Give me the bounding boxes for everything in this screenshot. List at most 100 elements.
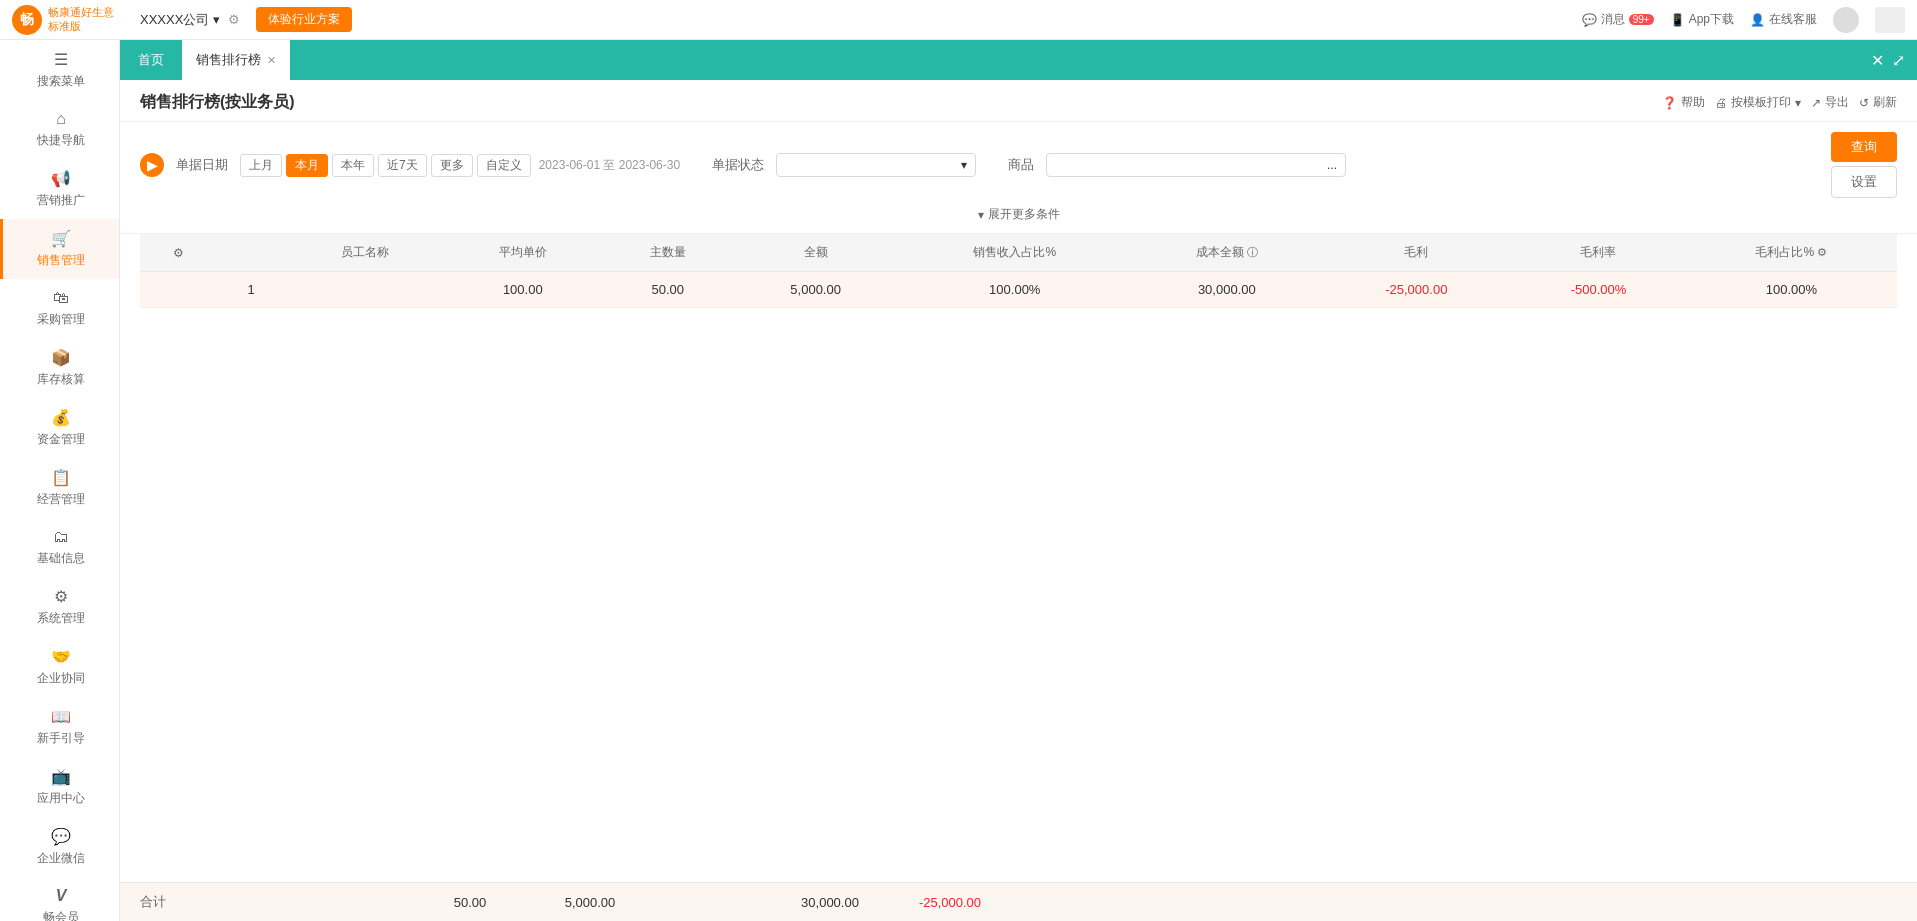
sidebar-item-inventory[interactable]: 📦 库存核算 [0,338,119,398]
sidebar-item-capital[interactable]: 💰 资金管理 [0,398,119,458]
sidebar-item-sales[interactable]: 🛒 销售管理 [0,219,119,279]
app-download-label: App下载 [1689,11,1734,28]
print-dropdown-icon: ▾ [1795,96,1801,110]
inventory-icon: 📦 [51,348,71,367]
refresh-icon: ↺ [1859,96,1869,110]
message-button[interactable]: 💬 消息 99+ [1582,11,1654,28]
footer-cost-value: 30,000.00 [801,895,859,910]
main-layout: ☰ 搜索菜单 ⌂ 快捷导航 📢 营销推广 🛒 销售管理 🛍 采购管理 📦 库存核… [0,40,1917,921]
message-icon: 💬 [1582,13,1597,27]
cell-rank-0: 1 [217,272,286,308]
export-icon: ↗ [1811,96,1821,110]
tab-window-close-icon[interactable]: ✕ [1871,51,1884,70]
user-name [1875,7,1905,33]
footer-qty-value: 50.00 [454,895,487,910]
sidebar-item-inventory-label: 库存核算 [37,371,85,388]
cell-cost-0: 30,000.00 [1132,272,1322,308]
filter-actions: 查询 设置 [1831,132,1897,198]
status-select[interactable]: ▾ [776,153,976,177]
col-gross-pct: 毛利占比% ⚙ [1686,234,1897,272]
date-btn-this-month[interactable]: 本月 [286,154,328,177]
help-button[interactable]: ❓ 帮助 [1662,94,1705,111]
date-btn-more[interactable]: 更多 [431,154,473,177]
filter-area: ▶ 单据日期 上月 本月 本年 近7天 更多 自定义 2023-06-01 至 … [120,122,1917,234]
wechat-icon: 💬 [51,827,71,846]
tab-close-icon[interactable]: ✕ [267,54,276,67]
goods-label: 商品 [1008,156,1034,174]
sidebar-item-system-label: 系统管理 [37,610,85,627]
settings-icon[interactable]: ⚙ [228,12,240,27]
col-employee: 员工名称 [286,234,444,272]
sidebar-item-wechat[interactable]: 💬 企业微信 [0,817,119,877]
company-dropdown-icon[interactable]: ▾ [213,12,220,27]
cost-info-icon[interactable]: ⓘ [1247,246,1258,258]
tab-sales-ranking[interactable]: 销售排行榜 ✕ [182,40,290,80]
footer-summary-row: 合计 50.00 5,000.00 30,000.00 -25,000.00 [140,893,1897,911]
tab-window-expand-icon[interactable]: ⤢ [1892,51,1905,70]
sidebar-item-member[interactable]: V 畅会员 [0,877,119,921]
cell-settings-0 [140,272,217,308]
trial-button[interactable]: 体验行业方案 [256,7,352,32]
footer-qty: 50.00 [420,895,520,910]
online-service-button[interactable]: 👤 在线客服 [1750,11,1817,28]
column-settings-icon[interactable]: ⚙ [173,246,184,260]
page-title: 销售排行榜(按业务员) [140,92,295,113]
sidebar-item-capital-label: 资金管理 [37,431,85,448]
avatar[interactable] [1833,7,1859,33]
sidebar-item-basicinfo[interactable]: 🗂 基础信息 [0,518,119,577]
logo-text: 畅康通好生意 标准版 [48,6,114,32]
online-service-label: 在线客服 [1769,11,1817,28]
date-btn-last-month[interactable]: 上月 [240,154,282,177]
sidebar-item-basicinfo-label: 基础信息 [37,550,85,567]
template-print-button[interactable]: 🖨 按模板打印 ▾ [1715,94,1801,111]
date-btn-7days[interactable]: 近7天 [378,154,427,177]
table-body: 1 100.00 50.00 5,000.00 100.00% 30,000.0… [140,272,1897,308]
app-download-icon: 📱 [1670,13,1685,27]
logo-icon: 畅 [12,5,42,35]
app-download-button[interactable]: 📱 App下载 [1670,11,1734,28]
trial-section: 体验行业方案 [256,7,352,32]
tab-home[interactable]: 首页 [120,40,182,80]
refresh-label: 刷新 [1873,94,1897,111]
filter-settings-button[interactable]: 设置 [1831,166,1897,198]
export-button[interactable]: ↗ 导出 [1811,94,1849,111]
table-row: 1 100.00 50.00 5,000.00 100.00% 30,000.0… [140,272,1897,308]
date-btn-custom[interactable]: 自定义 [477,154,531,177]
cell-gross-0: -25,000.00 [1322,272,1511,308]
sidebar-item-marketing-label: 营销推广 [37,192,85,209]
sidebar-item-sales-label: 销售管理 [37,252,85,269]
sidebar-item-system[interactable]: ⚙ 系统管理 [0,577,119,637]
content-area: 首页 销售排行榜 ✕ ✕ ⤢ 销售排行榜(按业务员) ❓ 帮助 [120,40,1917,921]
footer-cost: 30,000.00 [780,895,880,910]
sidebar-item-collab[interactable]: 🤝 企业协同 [0,637,119,697]
sidebar-item-guide[interactable]: 📖 新手引导 [0,697,119,757]
query-button[interactable]: 查询 [1831,132,1897,162]
company-selector[interactable]: XXXXX公司 ▾ ⚙ [140,11,240,29]
sidebar-item-quicknav[interactable]: ⌂ 快捷导航 [0,100,119,159]
grosspct-settings-icon[interactable]: ⚙ [1817,246,1827,258]
sidebar-item-appcenter[interactable]: 📺 应用中心 [0,757,119,817]
col-settings[interactable]: ⚙ [140,234,217,272]
sidebar-item-marketing[interactable]: 📢 营销推广 [0,159,119,219]
message-badge: 99+ [1629,14,1654,25]
sidebar-item-purchase[interactable]: 🛍 采购管理 [0,279,119,338]
refresh-button[interactable]: ↺ 刷新 [1859,94,1897,111]
page-actions: ❓ 帮助 🖨 按模板打印 ▾ ↗ 导出 ↺ 刷新 [1662,94,1897,111]
filter-toggle-arrow[interactable]: ▶ [140,153,164,177]
logo: 畅 畅康通好生意 标准版 [12,5,132,35]
sidebar: ☰ 搜索菜单 ⌂ 快捷导航 📢 营销推广 🛒 销售管理 🛍 采购管理 📦 库存核… [0,40,120,921]
sidebar-item-search[interactable]: ☰ 搜索菜单 [0,40,119,100]
status-label: 单据状态 [712,156,764,174]
status-dropdown-icon: ▾ [961,158,967,172]
col-amount: 全额 [734,234,898,272]
guide-icon: 📖 [51,707,71,726]
expand-more-conditions[interactable]: ▾ 展开更多条件 [140,206,1897,223]
cell-gross-pct-0: 100.00% [1686,272,1897,308]
date-btn-this-year[interactable]: 本年 [332,154,374,177]
sidebar-item-guide-label: 新手引导 [37,730,85,747]
sidebar-item-collab-label: 企业协同 [37,670,85,687]
sidebar-item-business[interactable]: 📋 经营管理 [0,458,119,518]
goods-input[interactable]: ... [1046,153,1346,177]
sidebar-item-purchase-label: 采购管理 [37,311,85,328]
cell-amount-0: 5,000.00 [734,272,898,308]
